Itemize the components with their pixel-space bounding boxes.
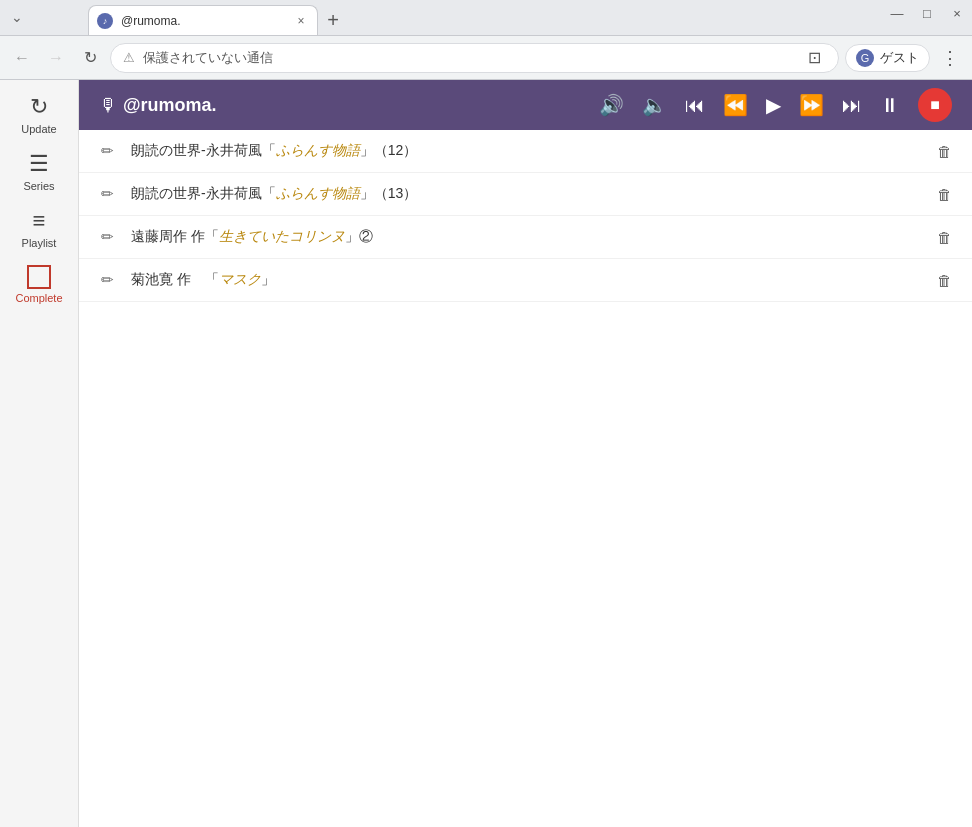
profile-avatar-icon: G — [856, 49, 874, 67]
window-minimize-btn[interactable]: — — [890, 6, 904, 20]
edit-icon[interactable]: ✏ — [95, 185, 119, 203]
security-warning-icon: ⚠ — [123, 50, 135, 65]
player-logo: 🎙 @rumoma. — [99, 95, 217, 116]
update-icon: ↻ — [30, 94, 48, 120]
playlist-content: ✏ 朗読の世界-永井荷風「ふらんす物語」（12） 🗑 ✏ 朗読の世界-永井荷風「… — [79, 130, 972, 827]
edit-icon[interactable]: ✏ — [95, 142, 119, 160]
item-title-1: 朗読の世界-永井荷風「ふらんす物語」（12） — [131, 142, 920, 160]
nav-reload-btn[interactable]: ↻ — [76, 44, 104, 72]
translate-btn[interactable]: ⊡ — [802, 46, 826, 70]
player-logo-text: @rumoma. — [123, 95, 217, 116]
window-close-btn[interactable]: × — [950, 6, 964, 20]
player-mute-btn[interactable]: 🔈 — [642, 93, 667, 117]
browser-tab[interactable]: ♪ @rumoma. × — [88, 5, 318, 35]
sidebar: ↻ Update ☰ Series ≡ Playlist Complete — [0, 80, 79, 827]
delete-icon[interactable]: 🗑 — [932, 143, 956, 160]
sidebar-item-update-label: Update — [21, 123, 56, 135]
player-volume-btn[interactable]: 🔊 — [599, 93, 624, 117]
sidebar-item-playlist-label: Playlist — [22, 237, 57, 249]
profile-label: ゲスト — [880, 49, 919, 67]
sidebar-item-complete[interactable]: Complete — [0, 255, 78, 310]
delete-icon[interactable]: 🗑 — [932, 229, 956, 246]
sidebar-item-series[interactable]: ☰ Series — [0, 141, 78, 198]
player-rewind-start-btn[interactable]: ⏮ — [685, 94, 705, 117]
nav-back-addr-btn[interactable]: ← — [8, 44, 36, 72]
list-item: ✏ 朗読の世界-永井荷風「ふらんす物語」（13） 🗑 — [79, 173, 972, 216]
delete-icon[interactable]: 🗑 — [932, 272, 956, 289]
player-pause-btn[interactable]: ⏸ — [880, 94, 900, 117]
browser-menu-btn[interactable]: ⋮ — [936, 44, 964, 72]
sidebar-item-update[interactable]: ↻ Update — [0, 84, 78, 141]
item-title-2: 朗読の世界-永井荷風「ふらんす物語」（13） — [131, 185, 920, 203]
sidebar-item-series-label: Series — [23, 180, 54, 192]
list-item: ✏ 朗読の世界-永井荷風「ふらんす物語」（12） 🗑 — [79, 130, 972, 173]
player-controls: 🔊 🔈 ⏮ ⏪ ▶ ⏩ ⏭ ⏸ ■ — [599, 88, 952, 122]
edit-icon[interactable]: ✏ — [95, 228, 119, 246]
player-bar: 🎙 @rumoma. 🔊 🔈 ⏮ ⏪ ▶ ⏩ ⏭ ⏸ ■ — [79, 80, 972, 130]
list-item: ✏ 遠藤周作 作「生きていたコリンヌ」② 🗑 — [79, 216, 972, 259]
sidebar-item-playlist[interactable]: ≡ Playlist — [0, 198, 78, 255]
playlist-icon: ≡ — [33, 208, 46, 234]
player-play-btn[interactable]: ▶ — [766, 93, 781, 117]
new-tab-btn[interactable]: + — [318, 5, 348, 35]
sidebar-item-complete-label: Complete — [15, 292, 62, 304]
player-forward-btn[interactable]: ⏩ — [799, 93, 824, 117]
player-stop-icon: ■ — [930, 96, 940, 114]
tab-favicon: ♪ — [97, 13, 113, 29]
address-text: 保護されていない通信 — [143, 49, 794, 67]
right-panel: 🎙 @rumoma. 🔊 🔈 ⏮ ⏪ ▶ ⏩ ⏭ ⏸ ■ ✏ — [79, 80, 972, 827]
item-title-4: 菊池寛 作 「マスク」 — [131, 271, 920, 289]
address-bar[interactable]: ⚠ 保護されていない通信 ⊡ — [110, 43, 839, 73]
complete-icon — [27, 265, 51, 289]
nav-forward-addr-btn[interactable]: → — [42, 44, 70, 72]
delete-icon[interactable]: 🗑 — [932, 186, 956, 203]
player-rewind-btn[interactable]: ⏪ — [723, 93, 748, 117]
profile-btn[interactable]: G ゲスト — [845, 44, 930, 72]
nav-back-btn[interactable]: ⌄ — [4, 4, 30, 30]
window-maximize-btn[interactable]: □ — [920, 6, 934, 20]
list-item: ✏ 菊池寛 作 「マスク」 🗑 — [79, 259, 972, 302]
player-logo-icon: 🎙 — [99, 95, 117, 116]
tab-close-btn[interactable]: × — [293, 13, 309, 29]
edit-icon[interactable]: ✏ — [95, 271, 119, 289]
tab-title: @rumoma. — [121, 14, 285, 28]
series-icon: ☰ — [29, 151, 49, 177]
player-stop-btn[interactable]: ■ — [918, 88, 952, 122]
player-skip-btn[interactable]: ⏭ — [842, 94, 862, 117]
item-title-3: 遠藤周作 作「生きていたコリンヌ」② — [131, 228, 920, 246]
